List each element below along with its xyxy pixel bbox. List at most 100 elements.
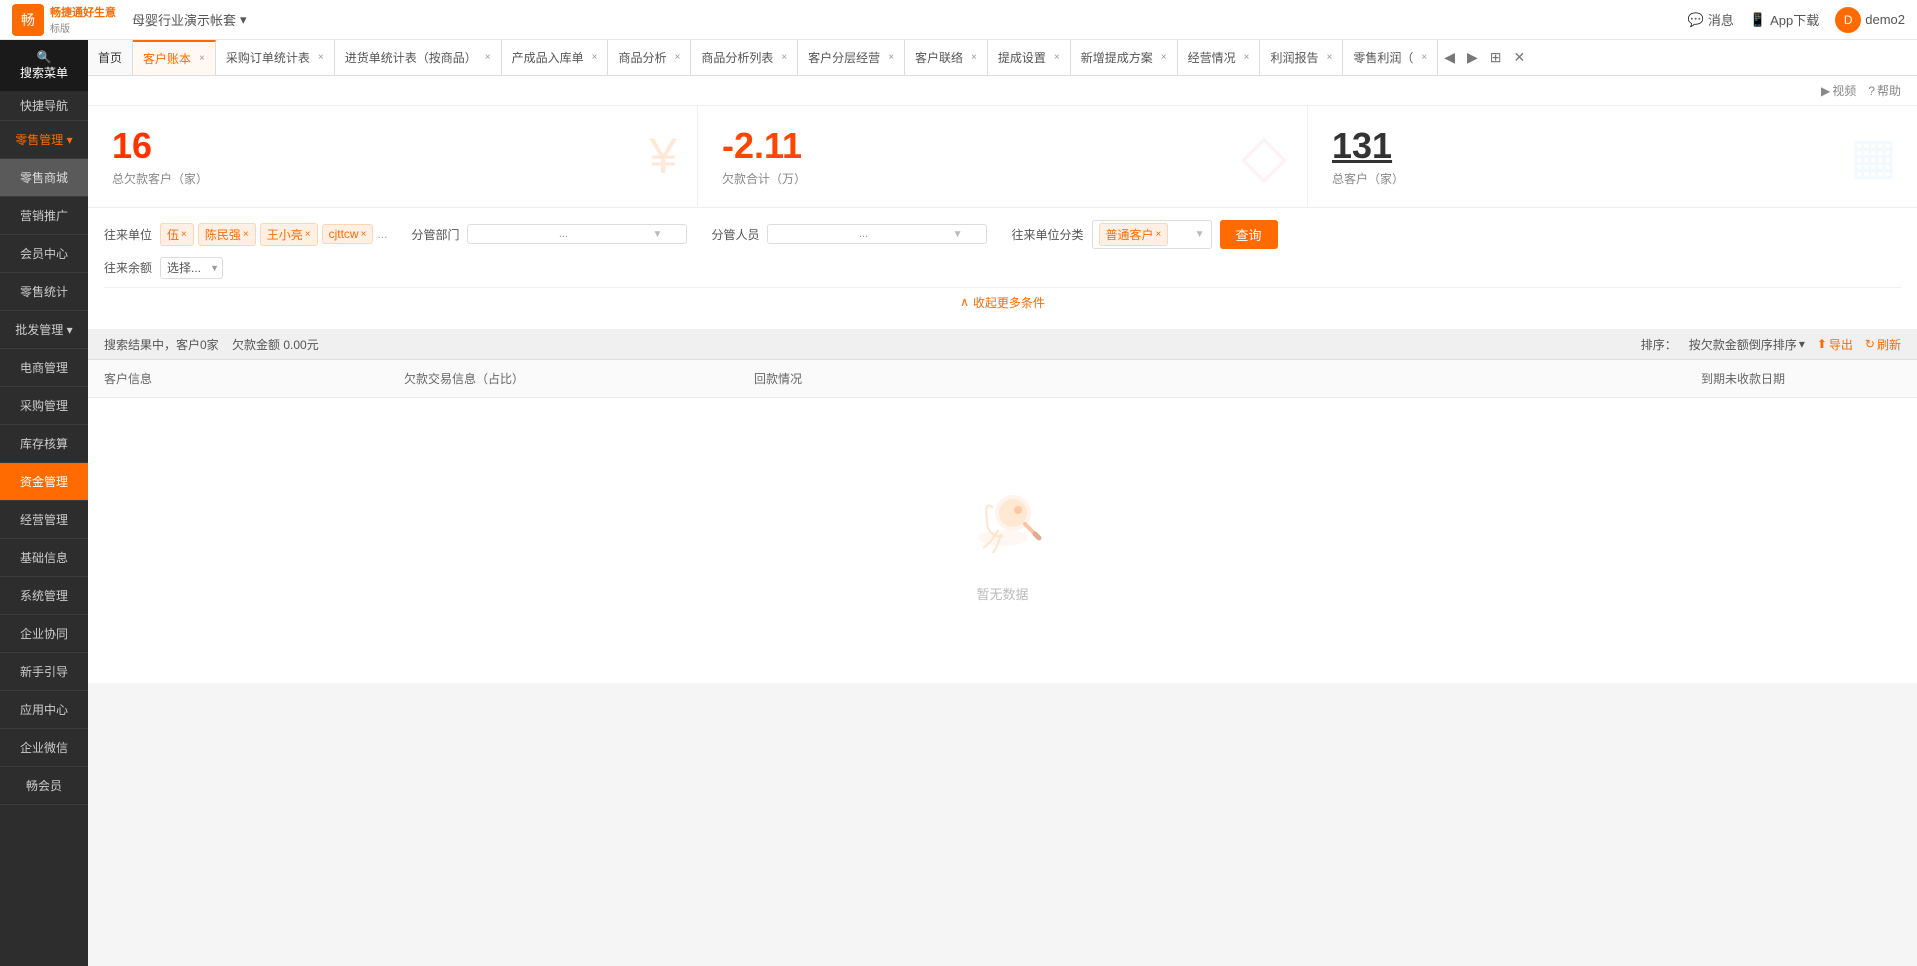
logo-area: 畅 畅捷通好生意 标版 <box>12 4 116 36</box>
avatar: D <box>1835 7 1861 33</box>
sidebar-item-vip[interactable]: 畅会员 <box>0 767 88 805</box>
sidebar-item-purchase[interactable]: 采购管理 <box>0 387 88 425</box>
sidebar: 🔍 搜索菜单 快捷导航 零售管理 ▾ 零售商城 营销推广 会员中心 零售统计 批… <box>0 40 88 966</box>
filter-tag-normal-customer: 普通客户 × <box>1099 223 1169 246</box>
main-layout: 🔍 搜索菜单 快捷导航 零售管理 ▾ 零售商城 营销推广 会员中心 零售统计 批… <box>0 40 1917 966</box>
app-download-button[interactable]: 📱 App下载 <box>1750 10 1819 29</box>
tab-product-analysis[interactable]: 商品分析 × <box>608 40 691 75</box>
tab-close-product-analysis[interactable]: × <box>674 52 680 63</box>
refresh-button[interactable]: ↻ 刷新 <box>1865 336 1901 353</box>
filter-tag-chen: 陈民强 × <box>198 223 256 246</box>
sort-button[interactable]: 按欠款金额倒序排序 ▾ <box>1689 336 1805 353</box>
filter-tag-normal-customer-close[interactable]: × <box>1156 229 1162 240</box>
refresh-icon: ↻ <box>1865 337 1875 351</box>
user-profile[interactable]: D demo2 <box>1835 7 1905 33</box>
stat-icon-1: ¥ <box>649 127 677 185</box>
collapse-button[interactable]: ∧ 收起更多条件 <box>104 288 1901 317</box>
tab-nav-left[interactable]: ◀ <box>1438 49 1461 66</box>
sidebar-item-inventory[interactable]: 库存核算 <box>0 425 88 463</box>
tab-new-tip-plan[interactable]: 新增提成方案 × <box>1071 40 1178 75</box>
tab-close-new-tip-plan[interactable]: × <box>1161 52 1167 63</box>
sidebar-item-ops[interactable]: 经营管理 <box>0 501 88 539</box>
tab-purchase-order-stats[interactable]: 采购订单统计表 × <box>216 40 335 75</box>
tab-nav-more[interactable]: ⊞ <box>1484 49 1508 66</box>
tab-close-customer-tier[interactable]: × <box>888 52 894 63</box>
video-link[interactable]: ▶ 视频 <box>1821 82 1856 99</box>
tab-close-tip-settings[interactable]: × <box>1054 52 1060 63</box>
sidebar-item-marketing[interactable]: 营销推广 <box>0 197 88 235</box>
message-button[interactable]: 💬 消息 <box>1688 10 1734 29</box>
balance-select[interactable]: 选择... <box>160 257 223 279</box>
sidebar-item-member[interactable]: 会员中心 <box>0 235 88 273</box>
tab-nav-right[interactable]: ▶ <box>1461 49 1484 66</box>
tab-close-incoming[interactable]: × <box>485 52 491 63</box>
message-icon: 💬 <box>1688 12 1704 28</box>
table-col-due-date: 到期未收款日期 <box>1701 370 1901 387</box>
sidebar-search[interactable]: 🔍 搜索菜单 <box>0 40 88 91</box>
tab-nav-close-all[interactable]: ✕ <box>1507 49 1531 66</box>
help-icon: ? <box>1868 84 1875 98</box>
sidebar-item-wechat[interactable]: 企业微信 <box>0 729 88 767</box>
mobile-icon: 📱 <box>1750 12 1766 28</box>
export-button[interactable]: ⬆ 导出 <box>1817 336 1853 353</box>
filter-tag-wang-close[interactable]: × <box>305 229 311 240</box>
person-input[interactable]: ... ▼ <box>767 224 987 244</box>
stat-label-amount: 欠款合计（万） <box>722 170 806 187</box>
filter-tag-chen-close[interactable]: × <box>243 229 249 240</box>
sidebar-item-new-guide[interactable]: 新手引导 <box>0 653 88 691</box>
filter-more-company[interactable]: ... <box>377 227 387 241</box>
sidebar-item-ecommerce[interactable]: 电商管理 <box>0 349 88 387</box>
tab-profit-report[interactable]: 利润报告 × <box>1260 40 1343 75</box>
person-more-btn[interactable]: ... <box>859 228 868 240</box>
help-link[interactable]: ? 帮助 <box>1868 82 1901 99</box>
stat-number-total: 131 <box>1332 126 1392 166</box>
sidebar-item-retail-manage[interactable]: 零售管理 ▾ <box>0 121 88 159</box>
query-button[interactable]: 查询 <box>1220 220 1278 249</box>
tab-home[interactable]: 首页 <box>88 40 133 75</box>
filter-tag-cjttcw-close[interactable]: × <box>361 229 367 240</box>
top-bar-right: 💬 消息 📱 App下载 D demo2 <box>1688 7 1905 33</box>
department-more-btn[interactable]: ... <box>559 228 568 240</box>
sidebar-item-wholesale-manage[interactable]: 批发管理 ▾ <box>0 311 88 349</box>
sidebar-item-finance[interactable]: 资金管理 <box>0 463 88 501</box>
tab-close-product-in[interactable]: × <box>592 52 598 63</box>
top-bar: 畅 畅捷通好生意 标版 母婴行业演示帐套 ▾ 💬 消息 📱 App下载 D de… <box>0 0 1917 40</box>
sidebar-item-retail-mall[interactable]: 零售商城 <box>0 159 88 197</box>
department-input[interactable]: ... ▼ <box>467 224 687 244</box>
logo-char: 畅 <box>21 10 35 30</box>
tab-close-product-analysis-list[interactable]: × <box>781 52 787 63</box>
company-label: 往来单位 <box>104 226 152 243</box>
sidebar-item-system[interactable]: 系统管理 <box>0 577 88 615</box>
sidebar-quick-nav[interactable]: 快捷导航 <box>0 91 88 121</box>
tab-customer-accounts[interactable]: 客户账本 × <box>133 40 216 75</box>
sidebar-item-app-center[interactable]: 应用中心 <box>0 691 88 729</box>
tab-close-purchase[interactable]: × <box>318 52 324 63</box>
stat-icon-2: ◇ <box>1241 121 1287 191</box>
tab-customer-contact[interactable]: 客户联络 × <box>905 40 988 75</box>
tab-customer-tier[interactable]: 客户分层经营 × <box>798 40 905 75</box>
filter-tags-category: 普通客户 × ▼ <box>1092 220 1212 249</box>
sidebar-item-basic-info[interactable]: 基础信息 <box>0 539 88 577</box>
collapse-icon: ∧ <box>960 295 969 309</box>
top-bar-left: 畅 畅捷通好生意 标版 母婴行业演示帐套 ▾ <box>12 4 255 36</box>
results-bar-right: 排序： 按欠款金额倒序排序 ▾ ⬆ 导出 ↻ 刷新 <box>1641 336 1901 353</box>
filter-tag-wu-close[interactable]: × <box>181 229 187 240</box>
tab-close-customer-contact[interactable]: × <box>971 52 977 63</box>
tab-business-status[interactable]: 经营情况 × <box>1178 40 1261 75</box>
balance-select-wrap: 选择... <box>160 257 223 279</box>
tab-product-in[interactable]: 产成品入库单 × <box>502 40 609 75</box>
empty-icon <box>963 478 1043 572</box>
tab-product-analysis-list[interactable]: 商品分析列表 × <box>691 40 798 75</box>
tab-retail-profit[interactable]: 零售利润（ × <box>1343 40 1438 75</box>
tab-close-business-status[interactable]: × <box>1244 52 1250 63</box>
tab-incoming-stats[interactable]: 进货单统计表（按商品） × <box>335 40 502 75</box>
tab-close-customer-accounts[interactable]: × <box>199 53 205 64</box>
tab-close-retail-profit[interactable]: × <box>1421 52 1427 63</box>
tab-close-profit-report[interactable]: × <box>1326 52 1332 63</box>
sidebar-item-retail-stats[interactable]: 零售统计 <box>0 273 88 311</box>
sort-arrow-icon: ▾ <box>1799 337 1805 351</box>
tab-tip-settings[interactable]: 提成设置 × <box>988 40 1071 75</box>
export-icon: ⬆ <box>1817 337 1827 351</box>
sidebar-item-enterprise[interactable]: 企业协同 <box>0 615 88 653</box>
account-selector[interactable]: 母婴行业演示帐套 ▾ <box>124 6 255 33</box>
